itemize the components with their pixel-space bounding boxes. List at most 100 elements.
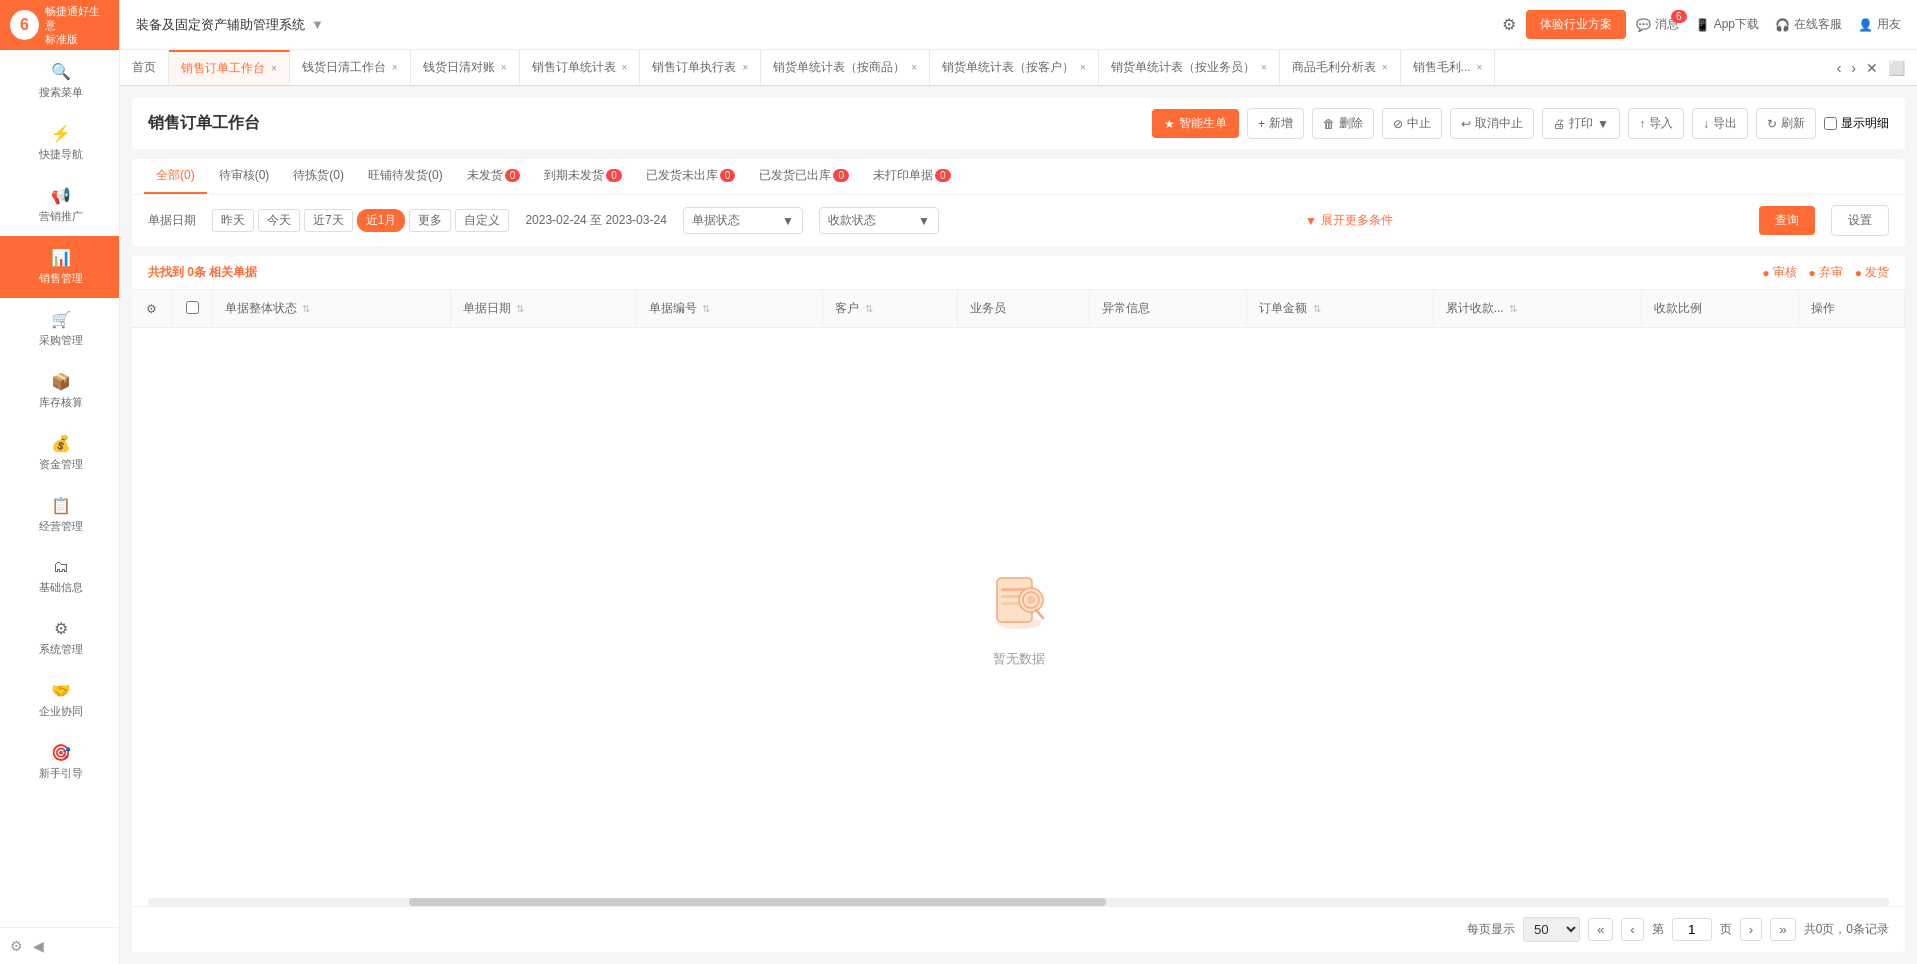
next-page-btn[interactable]: › (1740, 918, 1762, 941)
tab-3[interactable]: 钱货日清对账× (411, 50, 520, 86)
date-btn-7days[interactable]: 近7天 (304, 209, 353, 232)
tab-close-8[interactable]: × (1261, 62, 1267, 73)
online-service-item[interactable]: 🎧 在线客服 (1775, 16, 1842, 33)
sidebar-item-3[interactable]: 📊销售管理 (0, 236, 119, 298)
tab-1[interactable]: 销售订单工作台× (169, 50, 290, 86)
nav-icon-9: ⚙ (54, 619, 68, 638)
filter-tab-5[interactable]: 到期未发货0 (532, 159, 634, 194)
topbar: 装备及固定资产辅助管理系统 ▼ ⚙ 体验行业方案 💬 消息 6 📱 App下载 … (120, 0, 1917, 50)
settings-button[interactable]: 设置 (1831, 205, 1889, 236)
export-button[interactable]: ↓ 导出 (1692, 108, 1748, 139)
tab-close-7[interactable]: × (1080, 62, 1086, 73)
import-button[interactable]: ↑ 导入 (1628, 108, 1684, 139)
delete-button[interactable]: 🗑 删除 (1312, 108, 1374, 139)
date-btn-custom[interactable]: 自定义 (455, 209, 509, 232)
prev-page-btn[interactable]: ‹ (1621, 918, 1643, 941)
tab-7[interactable]: 销货单统计表（按客户）× (930, 50, 1099, 86)
tab-next-icon[interactable]: › (1847, 58, 1860, 78)
print-dropdown-icon: ▼ (1597, 117, 1609, 131)
tab-label-2: 钱货日清工作台 (302, 59, 386, 76)
expand-conditions-btn[interactable]: ▼ 展开更多条件 (1305, 212, 1393, 229)
payment-status-filter-select[interactable]: 收款状态 ▼ (819, 207, 939, 234)
stop-button[interactable]: ⊘ 中止 (1382, 108, 1442, 139)
add-button[interactable]: + 新增 (1247, 108, 1304, 139)
scroll-thumb[interactable] (409, 898, 1105, 906)
tab-close-1[interactable]: × (271, 63, 277, 74)
date-btn-1month[interactable]: 近1月 (357, 209, 406, 232)
topbar-settings-icon[interactable]: ⚙ (1502, 15, 1516, 34)
tab-close-all-icon[interactable]: ✕ (1862, 58, 1882, 78)
filter-tab-badge-5: 0 (606, 169, 622, 182)
filter-tab-1[interactable]: 待审核(0) (207, 159, 282, 194)
system-title-dropdown-icon[interactable]: ▼ (311, 17, 324, 32)
query-button[interactable]: 查询 (1759, 206, 1815, 235)
sidebar-collapse-icon[interactable]: ◀ (33, 938, 44, 954)
tab-5[interactable]: 销售订单执行表× (640, 50, 761, 86)
sidebar-item-10[interactable]: 🤝企业协同 (0, 669, 119, 731)
tab-close-5[interactable]: × (742, 62, 748, 73)
tab-6[interactable]: 销货单统计表（按商品）× (761, 50, 930, 86)
date-btn-today[interactable]: 今天 (258, 209, 300, 232)
sidebar-settings-icon[interactable]: ⚙ (10, 938, 23, 954)
select-all-checkbox[interactable] (186, 301, 199, 314)
filter-tab-6[interactable]: 已发货未出库0 (634, 159, 748, 194)
tab-2[interactable]: 钱货日清工作台 × (290, 50, 411, 86)
message-item[interactable]: 💬 消息 6 (1636, 16, 1679, 33)
tab-4[interactable]: 销售订单统计表× (520, 50, 641, 86)
th-checkbox[interactable] (172, 290, 212, 328)
filter-tab-3[interactable]: 旺铺待发货(0) (356, 159, 455, 194)
tab-close-2[interactable]: × (392, 62, 398, 73)
sidebar-item-8[interactable]: 🗂基础信息 (0, 546, 119, 607)
tab-maximize-icon[interactable]: ⬜ (1884, 58, 1909, 78)
sidebar-item-4[interactable]: 🛒采购管理 (0, 298, 119, 360)
audit-action-btn[interactable]: ● 审核 (1762, 264, 1796, 281)
tab-close-9[interactable]: × (1382, 62, 1388, 73)
tab-0[interactable]: 首页 (120, 50, 169, 86)
smart-create-button[interactable]: ★ 智能生单 (1152, 109, 1239, 138)
unaudit-action-btn[interactable]: ● 弃审 (1809, 264, 1843, 281)
ship-action-btn[interactable]: ● 发货 (1855, 264, 1889, 281)
sidebar-item-5[interactable]: 📦库存核算 (0, 360, 119, 422)
date-btn-more[interactable]: 更多 (409, 209, 451, 232)
sidebar-item-1[interactable]: ⚡快捷导航 (0, 112, 119, 174)
filter-tab-7[interactable]: 已发货已出库0 (747, 159, 861, 194)
refresh-button[interactable]: ↻ 刷新 (1756, 108, 1816, 139)
show-detail-checkbox[interactable] (1824, 117, 1837, 130)
date-btn-yesterday[interactable]: 昨天 (212, 209, 254, 232)
status-filter-select[interactable]: 单据状态 ▼ (683, 207, 803, 234)
filter-tab-4[interactable]: 未发货0 (455, 159, 533, 194)
tab-8[interactable]: 销货单统计表（按业务员）× (1099, 50, 1280, 86)
filter-tab-8[interactable]: 未打印单据0 (861, 159, 963, 194)
filter-tab-2[interactable]: 待拣货(0) (281, 159, 356, 194)
tab-close-4[interactable]: × (622, 62, 628, 73)
audit-circle-icon: ● (1762, 266, 1769, 280)
cancel-stop-button[interactable]: ↩ 取消中止 (1450, 108, 1534, 139)
show-detail-label[interactable]: 显示明细 (1824, 115, 1889, 132)
sidebar-item-9[interactable]: ⚙系统管理 (0, 607, 119, 669)
page-input[interactable] (1672, 918, 1712, 941)
page-label: 第 (1652, 921, 1664, 938)
tab-close-6[interactable]: × (911, 62, 917, 73)
user-item[interactable]: 👤 用友 (1858, 16, 1901, 33)
sidebar-item-11[interactable]: 🎯新手引导 (0, 731, 119, 793)
sidebar-item-7[interactable]: 📋经营管理 (0, 484, 119, 546)
sidebar-item-0[interactable]: 🔍搜索菜单 (0, 50, 119, 112)
per-page-select[interactable]: 50 10 20 100 (1523, 917, 1580, 942)
tab-10[interactable]: 销售毛利...× (1401, 50, 1496, 86)
tab-close-3[interactable]: × (501, 62, 507, 73)
tab-9[interactable]: 商品毛利分析表× (1280, 50, 1401, 86)
tab-close-10[interactable]: × (1477, 62, 1483, 73)
th-settings[interactable]: ⚙ (132, 290, 172, 328)
print-button[interactable]: 🖨 打印 ▼ (1542, 108, 1620, 139)
filter-tab-0[interactable]: 全部(0) (144, 159, 207, 194)
solution-button[interactable]: 体验行业方案 (1526, 10, 1626, 39)
sidebar-item-2[interactable]: 📢营销推广 (0, 174, 119, 236)
first-page-btn[interactable]: « (1588, 918, 1613, 941)
last-page-btn[interactable]: » (1770, 918, 1795, 941)
th-status: 单据整体状态 ⇅ (212, 290, 450, 328)
app-download-item[interactable]: 📱 App下载 (1695, 16, 1759, 33)
sidebar-item-6[interactable]: 💰资金管理 (0, 422, 119, 484)
tab-prev-icon[interactable]: ‹ (1833, 58, 1846, 78)
page-actions: ★ 智能生单 + 新增 🗑 删除 ⊘ 中止 ↩ 取消中止 (1152, 108, 1889, 139)
horizontal-scrollbar[interactable] (148, 898, 1889, 906)
